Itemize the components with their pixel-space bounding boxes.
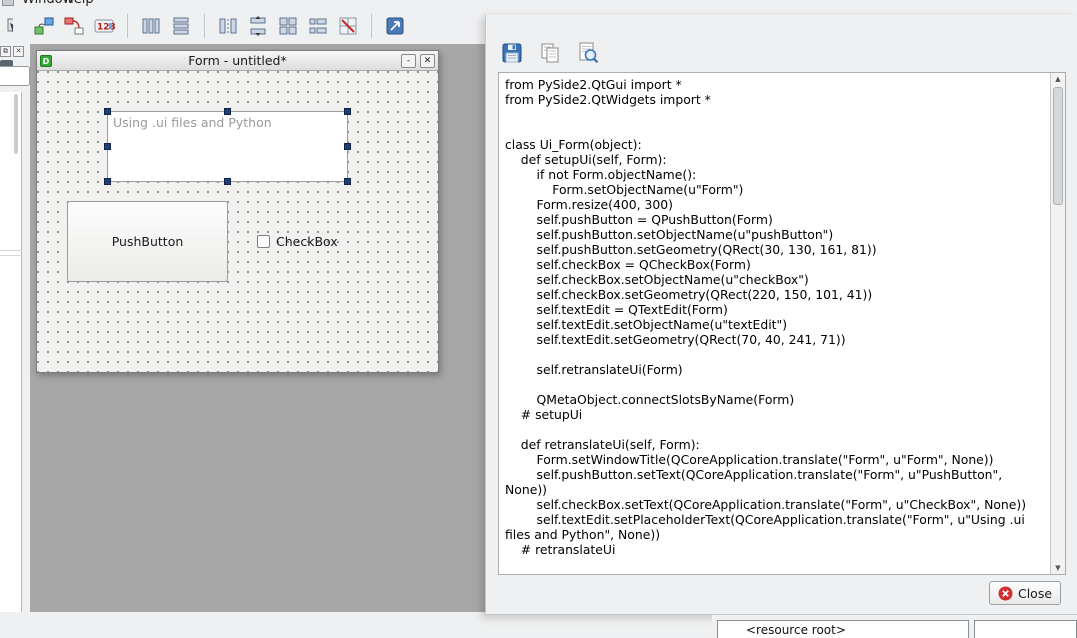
widget-box-scrollbar[interactable] (14, 94, 18, 154)
edit-tab-order-icon[interactable]: 123 (91, 13, 117, 39)
edit-widgets-icon[interactable] (0, 13, 13, 39)
checkbox-indicator[interactable] (257, 235, 270, 248)
form-canvas[interactable]: Using .ui files and Python PushButton Ch… (37, 71, 438, 372)
adjust-size-icon[interactable] (382, 13, 408, 39)
resource-browser-fragment: <resource root> (712, 615, 1077, 638)
close-dialog-label: Close (1018, 586, 1052, 601)
dock-float-icon[interactable]: ⧉ (0, 46, 11, 57)
pushbutton-widget[interactable]: PushButton (67, 201, 228, 282)
code-dialog-toolbar (498, 39, 602, 67)
minimize-button[interactable]: - (401, 54, 416, 68)
scrollbar-thumb[interactable] (1053, 87, 1063, 205)
edit-signals-slots-icon[interactable] (31, 13, 57, 39)
textedit-widget[interactable]: Using .ui files and Python (107, 111, 348, 182)
scroll-up-icon[interactable]: ▲ (1051, 73, 1065, 85)
layout-horizontal-splitter-icon[interactable] (215, 13, 241, 39)
layout-vertically-icon[interactable] (168, 13, 194, 39)
code-scrollbar[interactable]: ▲ ▼ (1050, 73, 1065, 574)
layout-vertical-splitter-icon[interactable] (245, 13, 271, 39)
close-icon (998, 586, 1013, 601)
svg-text:123: 123 (97, 23, 115, 33)
layout-grid-icon[interactable] (275, 13, 301, 39)
scroll-down-icon[interactable]: ▼ (1051, 562, 1065, 574)
break-layout-icon[interactable] (335, 13, 361, 39)
resource-tree[interactable]: <resource root> (717, 620, 969, 638)
save-icon[interactable] (498, 39, 526, 67)
main-toolbar: 123 (0, 8, 485, 44)
selection-handle-n[interactable] (224, 108, 231, 115)
selection-handle-s[interactable] (224, 178, 231, 185)
close-button[interactable]: ✕ (420, 54, 435, 68)
dock-close-icon[interactable]: ✕ (13, 46, 24, 57)
selection-handle-nw[interactable] (104, 108, 111, 115)
layout-horizontally-icon[interactable] (138, 13, 164, 39)
code-text[interactable]: from PySide2.QtGui import * from PySide2… (499, 73, 1050, 574)
selection-handle-e[interactable] (344, 143, 351, 150)
code-view[interactable]: from PySide2.QtGui import * from PySide2… (498, 72, 1066, 575)
widget-box-list[interactable] (0, 92, 22, 612)
widget-box-dock: ⧉ ✕ (0, 44, 30, 612)
menu-help[interactable]: Help (64, 0, 94, 7)
resource-root-item[interactable]: <resource root> (718, 623, 968, 637)
textedit-placeholder: Using .ui files and Python (113, 115, 272, 130)
selection-handle-w[interactable] (104, 143, 111, 150)
edit-buddies-icon[interactable] (61, 13, 87, 39)
widget-filter-input[interactable] (0, 66, 30, 86)
form-window[interactable]: D Form - untitled* - ✕ Using .ui files a… (36, 50, 439, 373)
layout-form-icon[interactable] (305, 13, 331, 39)
close-dialog-button[interactable]: Close (989, 581, 1061, 605)
selection-handle-ne[interactable] (344, 108, 351, 115)
menubar-cut-icon (2, 0, 14, 6)
menubar: Window Help (0, 0, 1077, 8)
form-window-title: Form - untitled* (37, 53, 438, 68)
resource-side-panel[interactable] (974, 620, 1077, 638)
selection-handle-sw[interactable] (104, 178, 111, 185)
checkbox-widget[interactable]: CheckBox (257, 221, 358, 262)
qt-designer-app: { "menubar": { "items": [ { "label": "Wi… (0, 0, 1077, 638)
checkbox-label: CheckBox (276, 234, 338, 249)
selection-handle-se[interactable] (344, 178, 351, 185)
code-preview-dialog: from PySide2.QtGui import * from PySide2… (485, 15, 1077, 615)
mdi-area: D Form - untitled* - ✕ Using .ui files a… (30, 44, 485, 612)
copy-icon[interactable] (536, 39, 564, 67)
find-icon[interactable] (574, 39, 602, 67)
form-window-titlebar[interactable]: D Form - untitled* - ✕ (37, 51, 438, 71)
